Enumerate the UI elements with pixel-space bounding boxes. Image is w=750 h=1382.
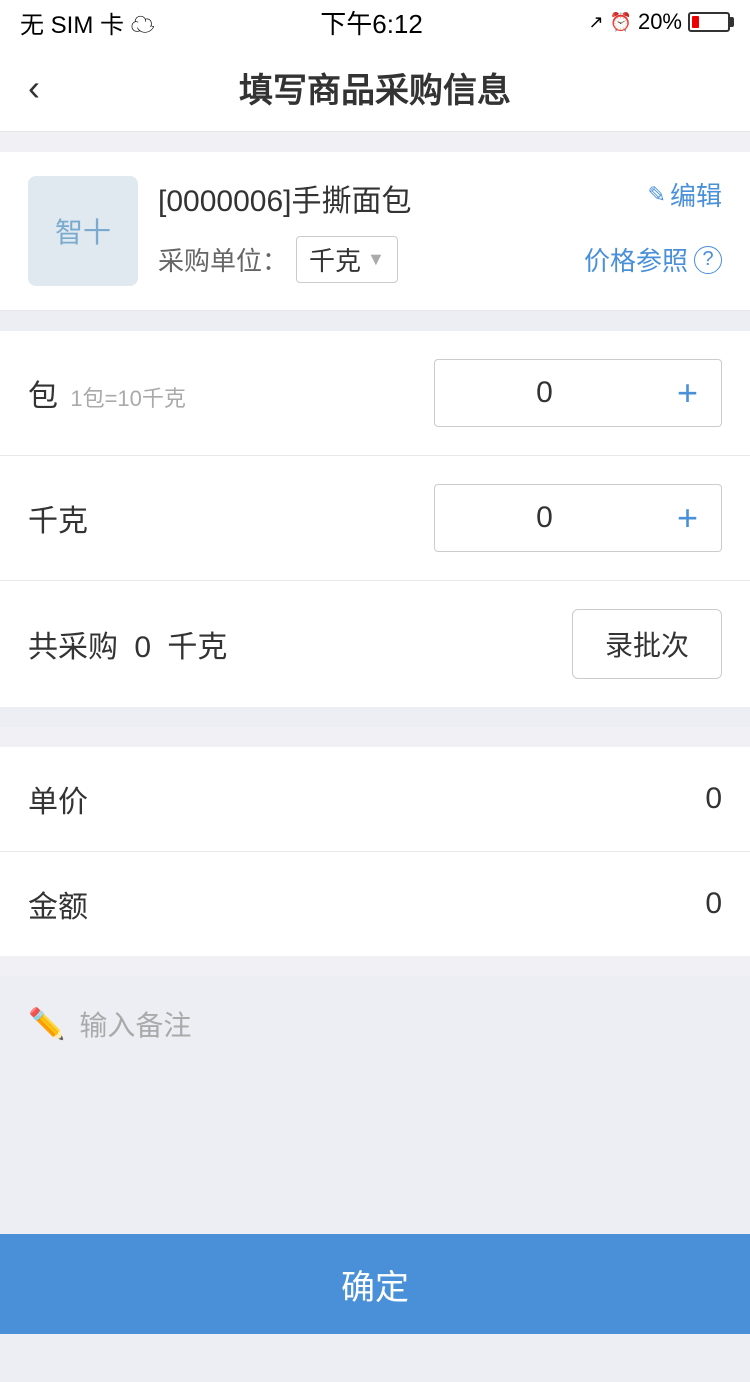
page-title: 填写商品采购信息 xyxy=(239,63,511,112)
confirm-button-label: 确定 xyxy=(341,1260,409,1309)
product-card: 智十 [0000006]手撕面包 ✎ 编辑 采购单位： 千克 ▼ 价格参照 ? xyxy=(0,152,750,311)
price-reference-button[interactable]: 价格参照 ? xyxy=(584,241,722,278)
back-button[interactable]: ‹ xyxy=(28,67,40,109)
price-section: 单价 0 金额 0 xyxy=(0,747,750,956)
product-info: [0000006]手撕面包 ✎ 编辑 采购单位： 千克 ▼ 价格参照 ? xyxy=(158,176,722,283)
pack-input-row: 包 1包=10千克 + xyxy=(0,331,750,456)
battery-percent: 20% xyxy=(638,9,682,35)
product-header: [0000006]手撕面包 ✎ 编辑 xyxy=(158,176,722,220)
price-ref-label: 价格参照 xyxy=(584,241,688,278)
unit-price-row: 单价 0 xyxy=(0,747,750,852)
unit-price-value: 0 xyxy=(705,782,722,816)
status-time: 下午6:12 xyxy=(320,4,423,41)
status-bar: 无 SIM 卡 ☁ 下午6:12 ↗ ⏰ 20% xyxy=(0,0,750,44)
summary-text: 共采购 0 千克 xyxy=(28,622,227,666)
sim-status: 无 SIM 卡 ☁ xyxy=(20,5,155,40)
section-divider-1 xyxy=(0,311,750,331)
alarm-icon: ⏰ xyxy=(610,12,632,33)
nav-bar: ‹ 填写商品采购信息 xyxy=(0,44,750,132)
unit-label: 采购单位： xyxy=(158,241,288,278)
section-divider-2 xyxy=(0,707,750,727)
product-unit-row: 采购单位： 千克 ▼ 价格参照 ? xyxy=(158,236,722,283)
unit-price-label: 单价 xyxy=(28,777,88,821)
edit-icon: ✎ xyxy=(648,182,666,208)
amount-value: 0 xyxy=(705,887,722,921)
edit-button[interactable]: ✎ 编辑 xyxy=(648,176,722,213)
notes-placeholder: 输入备注 xyxy=(79,1004,191,1044)
status-right: ↗ ⏰ 20% xyxy=(588,9,730,35)
unit-select[interactable]: 千克 ▼ xyxy=(296,236,398,283)
status-left: 无 SIM 卡 ☁ xyxy=(20,5,155,40)
kg-plus-button[interactable]: + xyxy=(654,484,722,552)
pack-label: 包 1包=10千克 xyxy=(28,371,188,415)
amount-row: 金额 0 xyxy=(0,852,750,956)
summary-label: 共采购 xyxy=(28,631,118,664)
batch-button[interactable]: 录批次 xyxy=(572,609,722,679)
help-icon: ? xyxy=(694,246,722,274)
summary-row: 共采购 0 千克 录批次 xyxy=(0,581,750,707)
pack-hint: 1包=10千克 xyxy=(70,386,186,411)
summary-unit: 千克 xyxy=(167,631,227,664)
kg-input-row: 千克 + xyxy=(0,456,750,581)
confirm-bar[interactable]: 确定 xyxy=(0,1234,750,1334)
edit-label: 编辑 xyxy=(670,176,722,213)
amount-label: 金额 xyxy=(28,882,88,926)
unit-value: 千克 xyxy=(309,241,361,278)
pencil-icon: ✏️ xyxy=(28,1007,65,1042)
product-logo-text: 智十 xyxy=(55,211,111,251)
location-icon: ↗ xyxy=(588,12,603,33)
product-name: [0000006]手撕面包 xyxy=(158,176,411,220)
pack-input-right: + xyxy=(204,359,722,427)
input-section: 包 1包=10千克 + 千克 + xyxy=(0,331,750,581)
pack-plus-button[interactable]: + xyxy=(654,359,722,427)
kg-input-right: + xyxy=(204,484,722,552)
battery-icon xyxy=(688,12,730,32)
kg-input[interactable] xyxy=(434,484,654,552)
summary-amount: 0 xyxy=(134,631,151,664)
chevron-down-icon: ▼ xyxy=(367,249,385,270)
notes-section[interactable]: ✏️ 输入备注 xyxy=(0,976,750,1072)
bottom-space xyxy=(0,1072,750,1382)
pack-input[interactable] xyxy=(434,359,654,427)
kg-label: 千克 xyxy=(28,496,188,540)
product-thumbnail: 智十 xyxy=(28,176,138,286)
